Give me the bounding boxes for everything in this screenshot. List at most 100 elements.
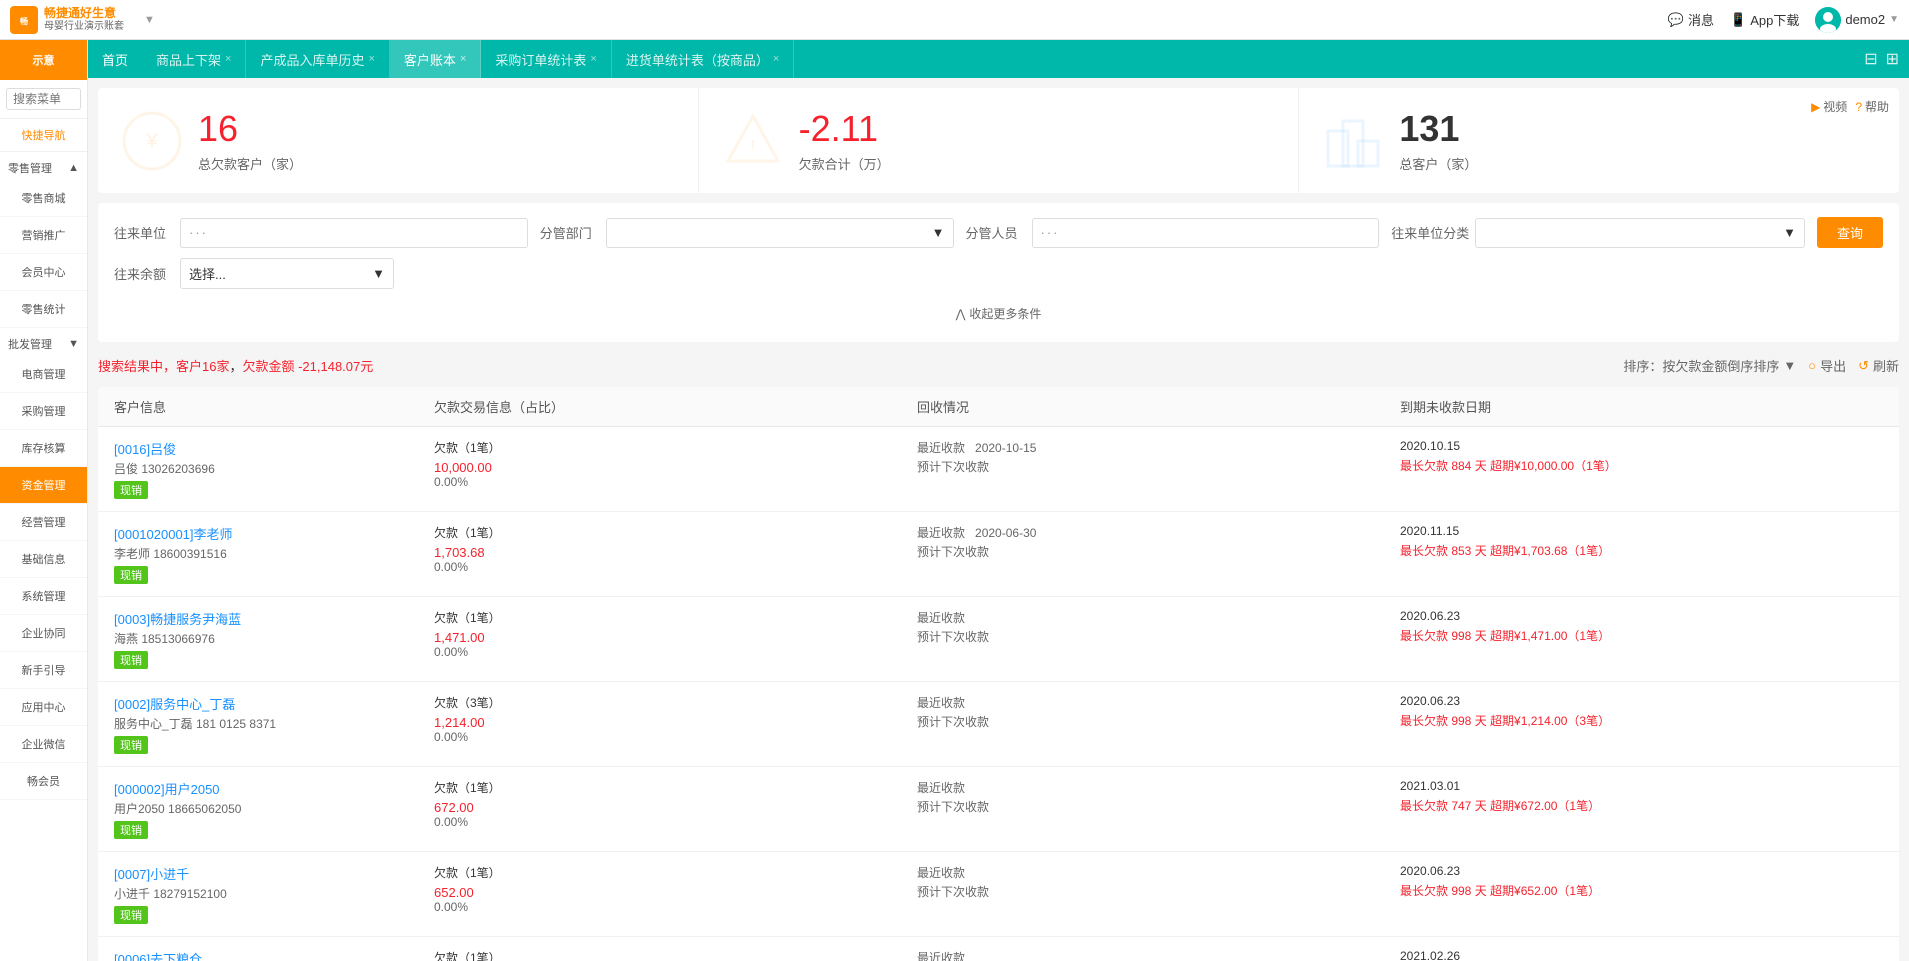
sidebar-item-operations[interactable]: 经营管理 — [0, 504, 87, 541]
customer-name-6[interactable]: [0006]去下粮仓 — [114, 952, 202, 961]
unit-category-select[interactable]: ▼ — [1475, 218, 1805, 248]
customer-tag-0: 现销 — [114, 481, 148, 499]
sidebar-item-vip-member[interactable]: 畅会员 — [0, 763, 87, 800]
customer-name-1[interactable]: [0001020001]李老师 — [114, 527, 233, 542]
tab-purchase-stats-label: 采购订单统计表 — [495, 50, 586, 69]
search-button[interactable]: 查询 — [1817, 217, 1883, 248]
customer-name-5[interactable]: [0007]小进千 — [114, 867, 189, 882]
person-input[interactable]: ··· — [1032, 218, 1380, 248]
tab-goods-stats-close[interactable]: × — [773, 53, 779, 65]
source-unit-input[interactable]: ··· — [180, 218, 528, 248]
retail-management-label: 零售管理 — [8, 160, 52, 176]
debt-info-4: 欠款（1笔） 672.00 0.00% — [434, 779, 917, 839]
customer-name-4[interactable]: [000002]用户2050 — [114, 782, 220, 797]
export-label: 导出 — [1820, 356, 1846, 375]
dept-select[interactable]: ▼ — [606, 218, 954, 248]
tab-minimize-btn[interactable]: ⊟ — [1864, 49, 1877, 69]
overdue-link-4[interactable]: 超期¥672.00（1笔） — [1490, 799, 1600, 813]
sidebar-search-area — [0, 80, 87, 119]
collapse-button[interactable]: ⋀ 收起更多条件 — [956, 305, 1042, 322]
message-btn[interactable]: 💬 消息 — [1668, 10, 1714, 29]
tab-customer-account-close[interactable]: × — [460, 53, 466, 65]
tab-production-history-close[interactable]: × — [368, 53, 374, 65]
sidebar-item-purchase[interactable]: 采购管理 — [0, 393, 87, 430]
tab-purchase-stats[interactable]: 采购订单统计表 × — [481, 40, 611, 78]
recovery-info-1: 最近收款 2020-06-30 预计下次收款 — [917, 524, 1400, 584]
refresh-label: 刷新 — [1873, 356, 1899, 375]
sidebar-search-input[interactable] — [6, 88, 81, 110]
tab-customer-account[interactable]: 客户账本 × — [390, 40, 481, 78]
customer-phone-1: 李老师 18600391516 — [114, 545, 434, 562]
help-label: 帮助 — [1865, 98, 1889, 115]
balance-select[interactable]: 选择... ▼ — [180, 258, 394, 289]
export-icon: ○ — [1808, 358, 1816, 373]
sidebar-item-batch-management[interactable]: 批发管理 ▼ — [0, 328, 87, 356]
overdue-link-3[interactable]: 超期¥1,214.00（3笔） — [1490, 714, 1610, 728]
debt-amount-0: 10,000.00 — [434, 460, 917, 475]
tab-production-history[interactable]: 产成品入库单历史 × — [246, 40, 389, 78]
customer-name-2[interactable]: [0003]畅捷服务尹海蓝 — [114, 612, 241, 627]
customer-info-4: [000002]用户2050 用户2050 18665062050 现销 — [114, 779, 434, 839]
overdue-link-5[interactable]: 超期¥652.00（1笔） — [1490, 884, 1600, 898]
overdue-link-0[interactable]: 超期¥10,000.00（1笔） — [1490, 459, 1617, 473]
industry-text: 母婴行业演示账套 — [44, 21, 124, 33]
col-header-recovery: 回收情况 — [917, 397, 1400, 416]
sidebar-logo-text: 示意 — [33, 52, 55, 68]
debt-amount-3: 1,214.00 — [434, 715, 917, 730]
tab-products-online[interactable]: 商品上下架 × — [142, 40, 246, 78]
sidebar: 示意 快捷导航 零售管理 ▲ 零售商城 营销推广 会员中心 — [0, 40, 88, 961]
sidebar-quick-nav[interactable]: 快捷导航 — [0, 119, 87, 152]
sidebar-item-system[interactable]: 系统管理 — [0, 578, 87, 615]
sidebar-item-new-guide[interactable]: 新手引导 — [0, 652, 87, 689]
sidebar-item-member-center[interactable]: 会员中心 — [0, 254, 87, 291]
customer-info-6: [0006]去下粮仓 陈小希 现销 — [114, 949, 434, 961]
due-date-4: 2021.03.01 — [1400, 779, 1883, 793]
sidebar-item-retail-stats[interactable]: 零售统计 — [0, 291, 87, 328]
user-arrow-icon: ▼ — [1889, 14, 1899, 25]
customer-name-0[interactable]: [0016]吕俊 — [114, 442, 176, 457]
recovery-info-4: 最近收款 预计下次收款 — [917, 779, 1400, 839]
sidebar-item-retail-mall[interactable]: 零售商城 — [0, 180, 87, 217]
customer-tag-3: 现销 — [114, 736, 148, 754]
filter-row-2: 往来余额 选择... ▼ — [114, 258, 1883, 289]
video-btn[interactable]: ▶ 视频 — [1811, 98, 1847, 115]
overdue-link-2[interactable]: 超期¥1,471.00（1笔） — [1490, 629, 1610, 643]
filter-unit-category: 往来单位分类 ▼ — [1391, 218, 1805, 248]
filter-source-unit: 往来单位 ··· — [114, 218, 528, 248]
tab-purchase-stats-close[interactable]: × — [590, 53, 596, 65]
sidebar-item-finance[interactable]: 资金管理 — [0, 467, 87, 504]
recovery-info-5: 最近收款 预计下次收款 — [917, 864, 1400, 924]
app-download-btn[interactable]: 📱 App下载 — [1730, 10, 1799, 29]
recovery-info-2: 最近收款 预计下次收款 — [917, 609, 1400, 669]
overdue-link-1[interactable]: 超期¥1,703.68（1笔） — [1490, 544, 1610, 558]
debt-info-2: 欠款（1笔） 1,471.00 0.00% — [434, 609, 917, 669]
dept-arrow-icon: ▼ — [932, 225, 945, 240]
customer-info-2: [0003]畅捷服务尹海蓝 海燕 18513066976 现销 — [114, 609, 434, 669]
due-date-6: 2021.02.26 — [1400, 949, 1883, 961]
result-info: 搜索结果中，客户16家，欠款金额 -21,148.07元 — [98, 356, 373, 375]
avatar — [1815, 7, 1841, 33]
username: demo2 — [1845, 12, 1885, 27]
sidebar-item-marketing[interactable]: 营销推广 — [0, 217, 87, 254]
sort-selector[interactable]: 排序：按欠款金额倒序排序 ▼ — [1623, 356, 1796, 375]
export-button[interactable]: ○ 导出 — [1808, 356, 1846, 375]
tab-home[interactable]: 首页 — [88, 40, 142, 78]
sidebar-item-enterprise[interactable]: 企业协同 — [0, 615, 87, 652]
customer-name-3[interactable]: [0002]服务中心_丁磊 — [114, 697, 235, 712]
help-btn[interactable]: ? 帮助 — [1855, 98, 1889, 115]
sidebar-item-app-center[interactable]: 应用中心 — [0, 689, 87, 726]
table-row: [0003]畅捷服务尹海蓝 海燕 18513066976 现销 欠款（1笔） 1… — [98, 597, 1899, 682]
tab-maximize-btn[interactable]: ⊞ — [1886, 49, 1899, 69]
tab-goods-stats[interactable]: 进货单统计表（按商品） × — [612, 40, 794, 78]
tab-products-online-close[interactable]: × — [225, 53, 231, 65]
filter-person: 分管人员 ··· — [966, 218, 1380, 248]
sidebar-item-basic-info[interactable]: 基础信息 — [0, 541, 87, 578]
debt-customers-number: 16 — [198, 108, 302, 150]
user-area[interactable]: demo2 ▼ — [1815, 7, 1899, 33]
sidebar-item-inventory[interactable]: 库存核算 — [0, 430, 87, 467]
refresh-button[interactable]: ↺ 刷新 — [1858, 356, 1899, 375]
sidebar-item-enterprise-wechat[interactable]: 企业微信 — [0, 726, 87, 763]
main-area: 示意 快捷导航 零售管理 ▲ 零售商城 营销推广 会员中心 — [0, 40, 1909, 961]
sidebar-item-ecommerce[interactable]: 电商管理 — [0, 356, 87, 393]
sidebar-item-retail-management[interactable]: 零售管理 ▲ — [0, 152, 87, 180]
